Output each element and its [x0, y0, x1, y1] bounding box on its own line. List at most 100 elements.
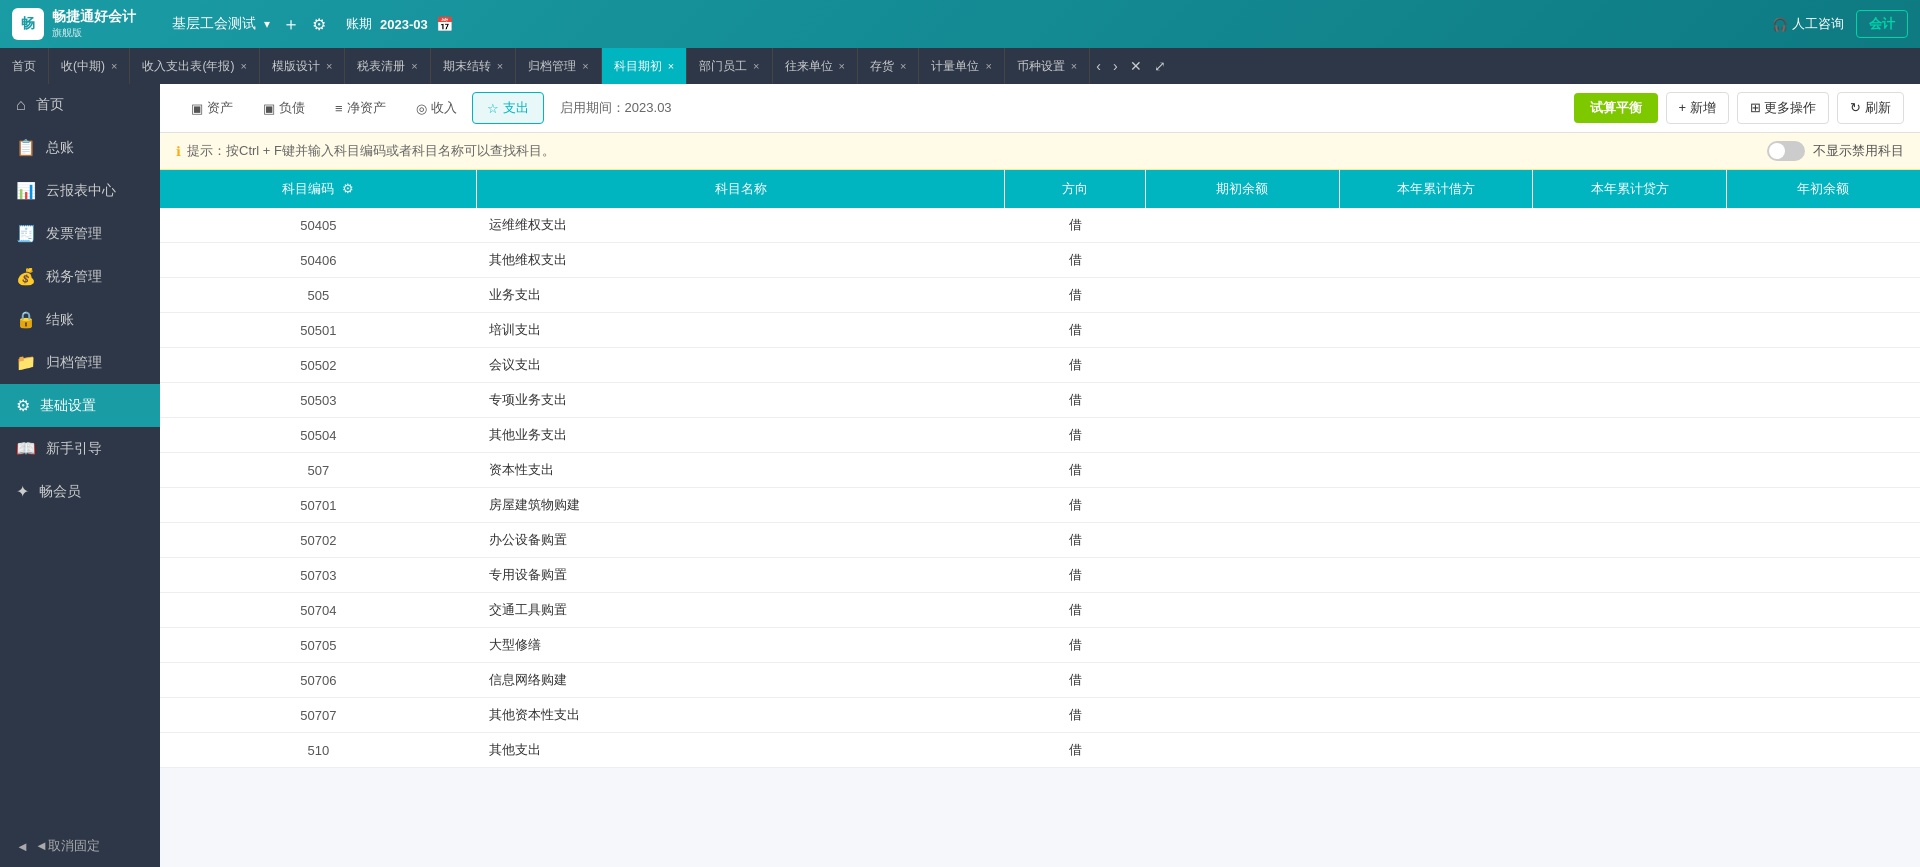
cell-direction: 借 [1005, 733, 1146, 768]
toggle-disabled-area: 不显示禁用科目 [1767, 141, 1904, 161]
tab-tax-clear[interactable]: 税表清册 × [345, 48, 430, 84]
tab-pin-button[interactable]: ✕ [1124, 58, 1148, 74]
sub-tab-income[interactable]: ◎ 收入 [401, 92, 472, 124]
sidebar-item-tax[interactable]: 💰 税务管理 [0, 255, 160, 298]
table-body: 50405 运维维权支出 借 50406 其他维权支出 借 505 业务支出 借 [160, 208, 1920, 768]
hint-icon: ℹ [176, 144, 181, 159]
settings-icon-button[interactable]: ⚙ [312, 15, 326, 34]
table-row[interactable]: 50705 大型修缮 借 [160, 628, 1920, 663]
cell-period-balance [1146, 733, 1340, 768]
tab-report-mid-close[interactable]: × [111, 60, 117, 72]
account-button[interactable]: 会计 [1856, 10, 1908, 38]
sub-tab-net-asset[interactable]: ≡ 净资产 [320, 92, 401, 124]
tab-currency-label: 币种设置 [1017, 58, 1065, 75]
table-row[interactable]: 50405 运维维权支出 借 [160, 208, 1920, 243]
tab-currency-close[interactable]: × [1071, 60, 1077, 72]
refresh-button[interactable]: ↻ 刷新 [1837, 92, 1904, 124]
sidebar-item-settings[interactable]: ⚙ 基础设置 [0, 384, 160, 427]
col-ytd-credit: 本年累计贷方 [1533, 170, 1727, 208]
sidebar-item-report[interactable]: 📊 云报表中心 [0, 169, 160, 212]
cell-ytd-credit [1533, 523, 1727, 558]
table-row[interactable]: 507 资本性支出 借 [160, 453, 1920, 488]
sidebar-collapse-button[interactable]: ◄ ◄取消固定 [0, 825, 160, 867]
tab-archive-close[interactable]: × [582, 60, 588, 72]
tab-next-button[interactable]: › [1107, 58, 1124, 74]
hint-text: 提示：按Ctrl + F键并输入科目编码或者科目名称可以查找科目。 [187, 142, 555, 160]
cell-name: 交通工具购置 [477, 593, 1005, 628]
cell-name: 办公设备购置 [477, 523, 1005, 558]
table-row[interactable]: 50504 其他业务支出 借 [160, 418, 1920, 453]
table-row[interactable]: 50502 会议支出 借 [160, 348, 1920, 383]
tab-dept-staff-close[interactable]: × [753, 60, 759, 72]
sidebar-label-close: 结账 [46, 311, 74, 329]
tab-currency[interactable]: 币种设置 × [1005, 48, 1090, 84]
table-row[interactable]: 50703 专用设备购置 借 [160, 558, 1920, 593]
table-row[interactable]: 50704 交通工具购置 借 [160, 593, 1920, 628]
service-button[interactable]: 🎧 人工咨询 [1772, 15, 1844, 33]
cell-period-balance [1146, 313, 1340, 348]
tab-home[interactable]: 首页 [0, 48, 49, 84]
tab-report-mid[interactable]: 收(中期) × [49, 48, 130, 84]
toggle-disabled-switch[interactable] [1767, 141, 1805, 161]
sidebar-item-invoice[interactable]: 🧾 发票管理 [0, 212, 160, 255]
table-row[interactable]: 50707 其他资本性支出 借 [160, 698, 1920, 733]
cell-name: 专项业务支出 [477, 383, 1005, 418]
table-row[interactable]: 50501 培训支出 借 [160, 313, 1920, 348]
cell-ytd-credit [1533, 243, 1727, 278]
calc-balance-button[interactable]: 试算平衡 [1574, 93, 1658, 123]
company-dropdown-arrow[interactable]: ▾ [264, 17, 270, 31]
sub-tab-asset[interactable]: ▣ 资产 [176, 92, 248, 124]
tab-unit-measure-close[interactable]: × [985, 60, 991, 72]
cell-direction: 借 [1005, 558, 1146, 593]
sidebar-item-close[interactable]: 🔒 结账 [0, 298, 160, 341]
cell-ytd-credit [1533, 418, 1727, 453]
tab-unit[interactable]: 往来单位 × [773, 48, 858, 84]
more-actions-button[interactable]: ⊞ 更多操作 [1737, 92, 1830, 124]
table-row[interactable]: 510 其他支出 借 [160, 733, 1920, 768]
table-row[interactable]: 505 业务支出 借 [160, 278, 1920, 313]
table-row[interactable]: 50702 办公设备购置 借 [160, 523, 1920, 558]
sidebar-item-guide[interactable]: 📖 新手引导 [0, 427, 160, 470]
tab-stock-close[interactable]: × [900, 60, 906, 72]
cell-name: 会议支出 [477, 348, 1005, 383]
tab-subject-init[interactable]: 科目期初 × [602, 48, 687, 84]
tab-period-close-close[interactable]: × [497, 60, 503, 72]
cell-ytd-credit [1533, 628, 1727, 663]
cell-ytd-debit [1339, 208, 1533, 243]
calendar-icon[interactable]: 📅 [436, 16, 453, 32]
tab-subject-init-close[interactable]: × [668, 60, 674, 72]
cell-ytd-credit [1533, 733, 1727, 768]
table-row[interactable]: 50406 其他维权支出 借 [160, 243, 1920, 278]
add-company-button[interactable]: ＋ [278, 12, 304, 36]
tab-period-close[interactable]: 期末结转 × [431, 48, 516, 84]
col-code: 科目编码 ⚙ [160, 170, 477, 208]
tab-template-close[interactable]: × [326, 60, 332, 72]
table-row[interactable]: 50701 房屋建筑物购建 借 [160, 488, 1920, 523]
sub-tab-liability[interactable]: ▣ 负债 [248, 92, 320, 124]
tab-prev-button[interactable]: ‹ [1090, 58, 1107, 74]
add-button[interactable]: + 新增 [1666, 92, 1729, 124]
tab-unit-close[interactable]: × [839, 60, 845, 72]
cell-ytd-credit [1533, 558, 1727, 593]
cell-period-balance [1146, 488, 1340, 523]
tab-expand-button[interactable]: ⤢ [1148, 58, 1172, 74]
tab-dept-staff[interactable]: 部门员工 × [687, 48, 772, 84]
cell-direction: 借 [1005, 628, 1146, 663]
tab-unit-measure[interactable]: 计量单位 × [919, 48, 1004, 84]
sidebar-item-home[interactable]: ⌂ 首页 [0, 84, 160, 126]
tab-income-annual[interactable]: 收入支出表(年报) × [130, 48, 259, 84]
sidebar-item-ledger[interactable]: 📋 总账 [0, 126, 160, 169]
cell-year-balance [1726, 593, 1920, 628]
table-row[interactable]: 50503 专项业务支出 借 [160, 383, 1920, 418]
sidebar-item-member[interactable]: ✦ 畅会员 [0, 470, 160, 513]
tab-stock[interactable]: 存货 × [858, 48, 919, 84]
tab-tax-clear-close[interactable]: × [411, 60, 417, 72]
tab-template[interactable]: 模版设计 × [260, 48, 345, 84]
table-row[interactable]: 50706 信息网络购建 借 [160, 663, 1920, 698]
col-code-settings-icon[interactable]: ⚙ [342, 181, 354, 196]
tab-income-annual-close[interactable]: × [240, 60, 246, 72]
sub-tab-expense[interactable]: ☆ 支出 [472, 92, 544, 124]
sidebar-item-archive[interactable]: 📁 归档管理 [0, 341, 160, 384]
tab-archive[interactable]: 归档管理 × [516, 48, 601, 84]
app-edition: 旗舰版 [52, 26, 136, 40]
